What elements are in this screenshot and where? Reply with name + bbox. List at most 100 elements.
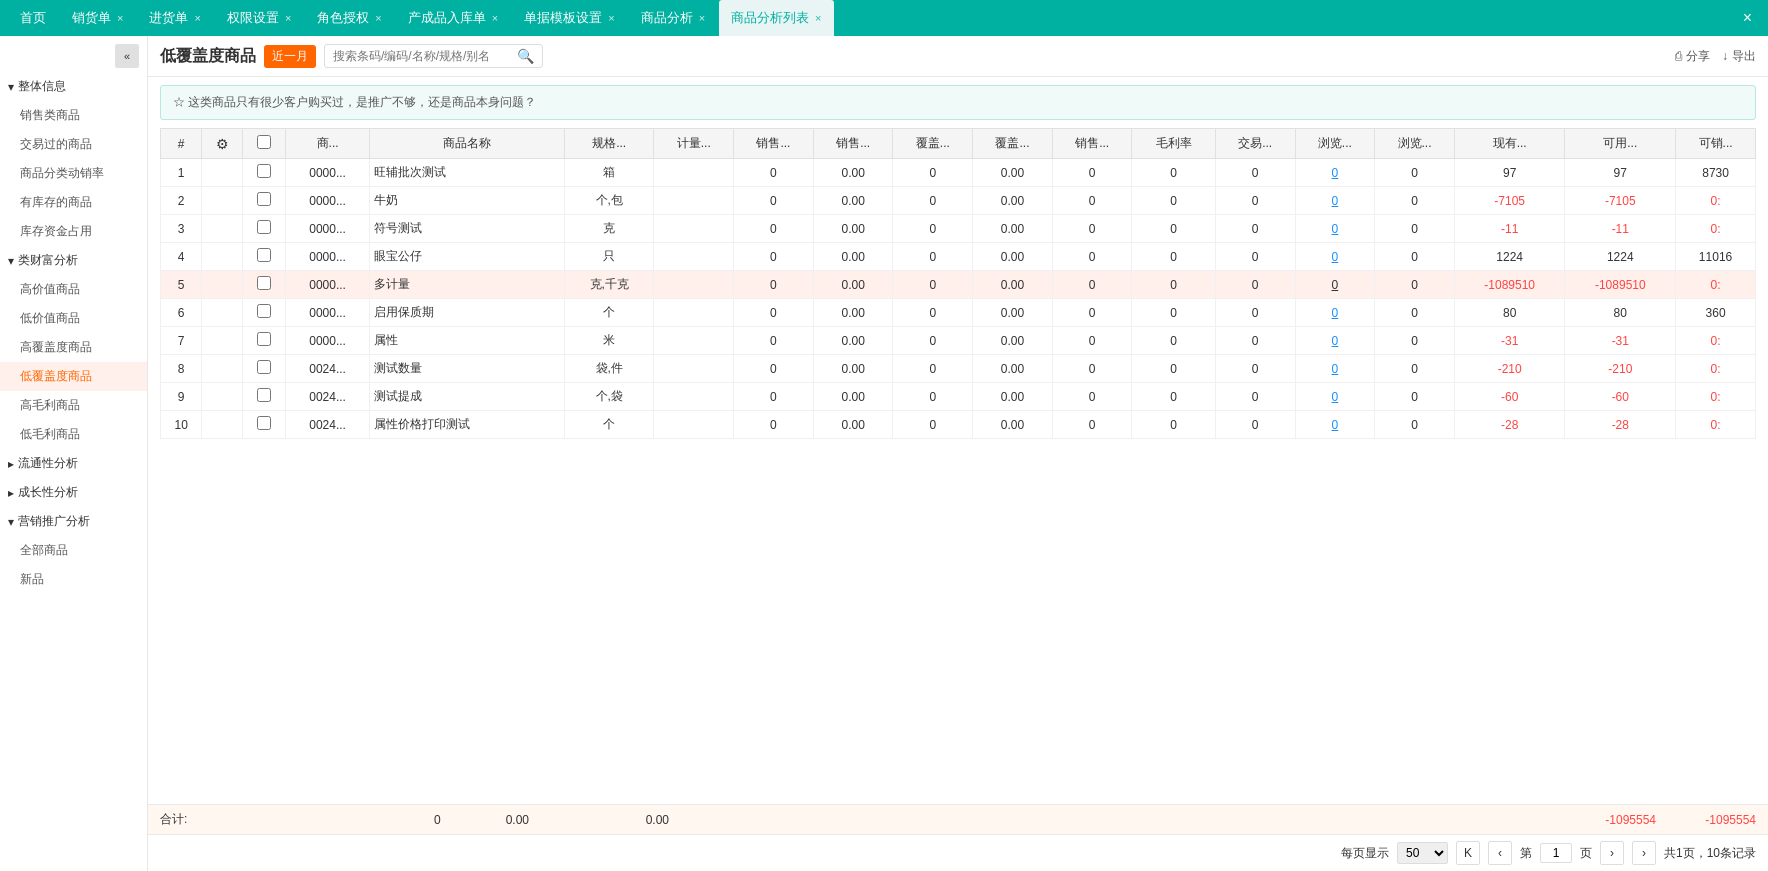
nav-permission-close[interactable]: ×: [285, 12, 291, 24]
sidebar-item-new-products[interactable]: 新品: [0, 565, 147, 594]
row-browse1[interactable]: 0: [1295, 327, 1375, 355]
row-browse1[interactable]: 0: [1295, 215, 1375, 243]
row-select-checkbox[interactable]: [257, 304, 271, 318]
row-select-checkbox[interactable]: [257, 164, 271, 178]
row-browse1[interactable]: 0: [1295, 411, 1375, 439]
nav-role-auth[interactable]: 角色授权 ×: [305, 0, 393, 36]
nav-role-auth-close[interactable]: ×: [375, 12, 381, 24]
per-page-select[interactable]: 50 100 200: [1397, 842, 1448, 864]
export-button[interactable]: ↓ 导出: [1722, 48, 1756, 65]
settings-icon[interactable]: ⚙: [216, 136, 229, 152]
col-code[interactable]: 商...: [285, 129, 370, 159]
row-no: 1: [161, 159, 202, 187]
last-page-button[interactable]: ›: [1632, 841, 1656, 865]
row-code: 0000...: [285, 271, 370, 299]
sidebar-collapse-button[interactable]: «: [115, 44, 139, 68]
search-icon[interactable]: 🔍: [517, 48, 534, 64]
row-select-checkbox[interactable]: [257, 360, 271, 374]
col-sales1[interactable]: 销售...: [734, 129, 814, 159]
sidebar-item-traded-products[interactable]: 交易过的商品: [0, 130, 147, 159]
nav-purchase-order[interactable]: 进货单 ×: [137, 0, 212, 36]
row-select-checkbox[interactable]: [257, 332, 271, 346]
sidebar-item-all-products[interactable]: 全部商品: [0, 536, 147, 565]
share-button[interactable]: ⎙ 分享: [1675, 48, 1710, 65]
row-browse2: 0: [1375, 271, 1455, 299]
sidebar-section-liquidity[interactable]: ▸ 流通性分析: [0, 449, 147, 478]
row-stock2: 97: [1565, 159, 1676, 187]
nav-template-settings-close[interactable]: ×: [608, 12, 614, 24]
row-browse1[interactable]: 0: [1295, 355, 1375, 383]
nav-sales-order-close[interactable]: ×: [117, 12, 123, 24]
nav-sales-order[interactable]: 销货单 ×: [60, 0, 135, 36]
row-sales1: 0: [734, 383, 814, 411]
col-name[interactable]: 商品名称: [370, 129, 565, 159]
col-sales2[interactable]: 销售...: [813, 129, 893, 159]
sidebar-section-wealth[interactable]: ▾ 类财富分析: [0, 246, 147, 275]
col-settings[interactable]: ⚙: [202, 129, 243, 159]
col-cover2[interactable]: 覆盖...: [973, 129, 1053, 159]
row-stock2: -1089510: [1565, 271, 1676, 299]
row-stock3: 8730: [1676, 159, 1756, 187]
first-page-button[interactable]: K: [1456, 841, 1480, 865]
page-suffix: 页: [1580, 845, 1592, 862]
sidebar-item-capital-occupation[interactable]: 库存资金占用: [0, 217, 147, 246]
sidebar-section-marketing[interactable]: ▾ 营销推广分析: [0, 507, 147, 536]
nav-purchase-order-close[interactable]: ×: [194, 12, 200, 24]
row-unit: [654, 159, 734, 187]
col-stock3[interactable]: 可销...: [1676, 129, 1756, 159]
nav-product-analysis-close[interactable]: ×: [699, 12, 705, 24]
sidebar-item-high-margin[interactable]: 高毛利商品: [0, 391, 147, 420]
row-browse1[interactable]: 0: [1295, 243, 1375, 271]
sidebar-item-low-value[interactable]: 低价值商品: [0, 304, 147, 333]
sidebar-item-high-coverage[interactable]: 高覆盖度商品: [0, 333, 147, 362]
row-select-checkbox[interactable]: [257, 276, 271, 290]
nav-home[interactable]: 首页: [8, 0, 58, 36]
row-no: 8: [161, 355, 202, 383]
sidebar-item-high-value[interactable]: 高价值商品: [0, 275, 147, 304]
row-select-checkbox[interactable]: [257, 248, 271, 262]
row-browse1[interactable]: 0: [1295, 159, 1375, 187]
row-browse1[interactable]: 0: [1295, 299, 1375, 327]
sidebar-item-sales-products[interactable]: 销售类商品: [0, 101, 147, 130]
col-browse2[interactable]: 浏览...: [1375, 129, 1455, 159]
row-code: 0024...: [285, 411, 370, 439]
sidebar-item-low-margin[interactable]: 低毛利商品: [0, 420, 147, 449]
col-sales3[interactable]: 销售...: [1052, 129, 1132, 159]
prev-page-button[interactable]: ‹: [1488, 841, 1512, 865]
nav-product-inbound-close[interactable]: ×: [492, 12, 498, 24]
row-spec: 米: [564, 327, 654, 355]
row-select-checkbox[interactable]: [257, 220, 271, 234]
search-input[interactable]: [333, 49, 513, 63]
col-spec[interactable]: 规格...: [564, 129, 654, 159]
window-close-button[interactable]: ×: [1735, 9, 1760, 27]
sidebar-item-low-coverage[interactable]: 低覆盖度商品: [0, 362, 147, 391]
row-select-checkbox[interactable]: [257, 192, 271, 206]
sidebar-section-growth[interactable]: ▸ 成长性分析: [0, 478, 147, 507]
row-name: 属性: [370, 327, 565, 355]
row-select-checkbox[interactable]: [257, 388, 271, 402]
col-stock1[interactable]: 现有...: [1454, 129, 1565, 159]
nav-template-settings[interactable]: 单据模板设置 ×: [512, 0, 626, 36]
col-cover1[interactable]: 覆盖...: [893, 129, 973, 159]
next-page-button[interactable]: ›: [1600, 841, 1624, 865]
col-trade[interactable]: 交易...: [1215, 129, 1295, 159]
col-browse1[interactable]: 浏览...: [1295, 129, 1375, 159]
sidebar-item-stocked-products[interactable]: 有库存的商品: [0, 188, 147, 217]
nav-product-analysis[interactable]: 商品分析 ×: [629, 0, 717, 36]
page-input[interactable]: [1540, 843, 1572, 863]
sidebar-section-overview[interactable]: ▾ 整体信息: [0, 72, 147, 101]
nav-product-analysis-list[interactable]: 商品分析列表 ×: [719, 0, 833, 36]
col-stock2[interactable]: 可用...: [1565, 129, 1676, 159]
row-select-checkbox[interactable]: [257, 416, 271, 430]
row-browse1[interactable]: 0: [1295, 187, 1375, 215]
nav-product-inbound[interactable]: 产成品入库单 ×: [396, 0, 510, 36]
nav-permission[interactable]: 权限设置 ×: [215, 0, 303, 36]
sidebar-item-category-rate[interactable]: 商品分类动销率: [0, 159, 147, 188]
row-browse1[interactable]: 0: [1295, 383, 1375, 411]
nav-product-analysis-list-close[interactable]: ×: [815, 12, 821, 24]
time-filter-button[interactable]: 近一月: [264, 45, 316, 68]
col-gross[interactable]: 毛利率: [1132, 129, 1215, 159]
row-browse1[interactable]: 0: [1295, 271, 1375, 299]
select-all-checkbox[interactable]: [257, 135, 271, 149]
col-unit[interactable]: 计量...: [654, 129, 734, 159]
